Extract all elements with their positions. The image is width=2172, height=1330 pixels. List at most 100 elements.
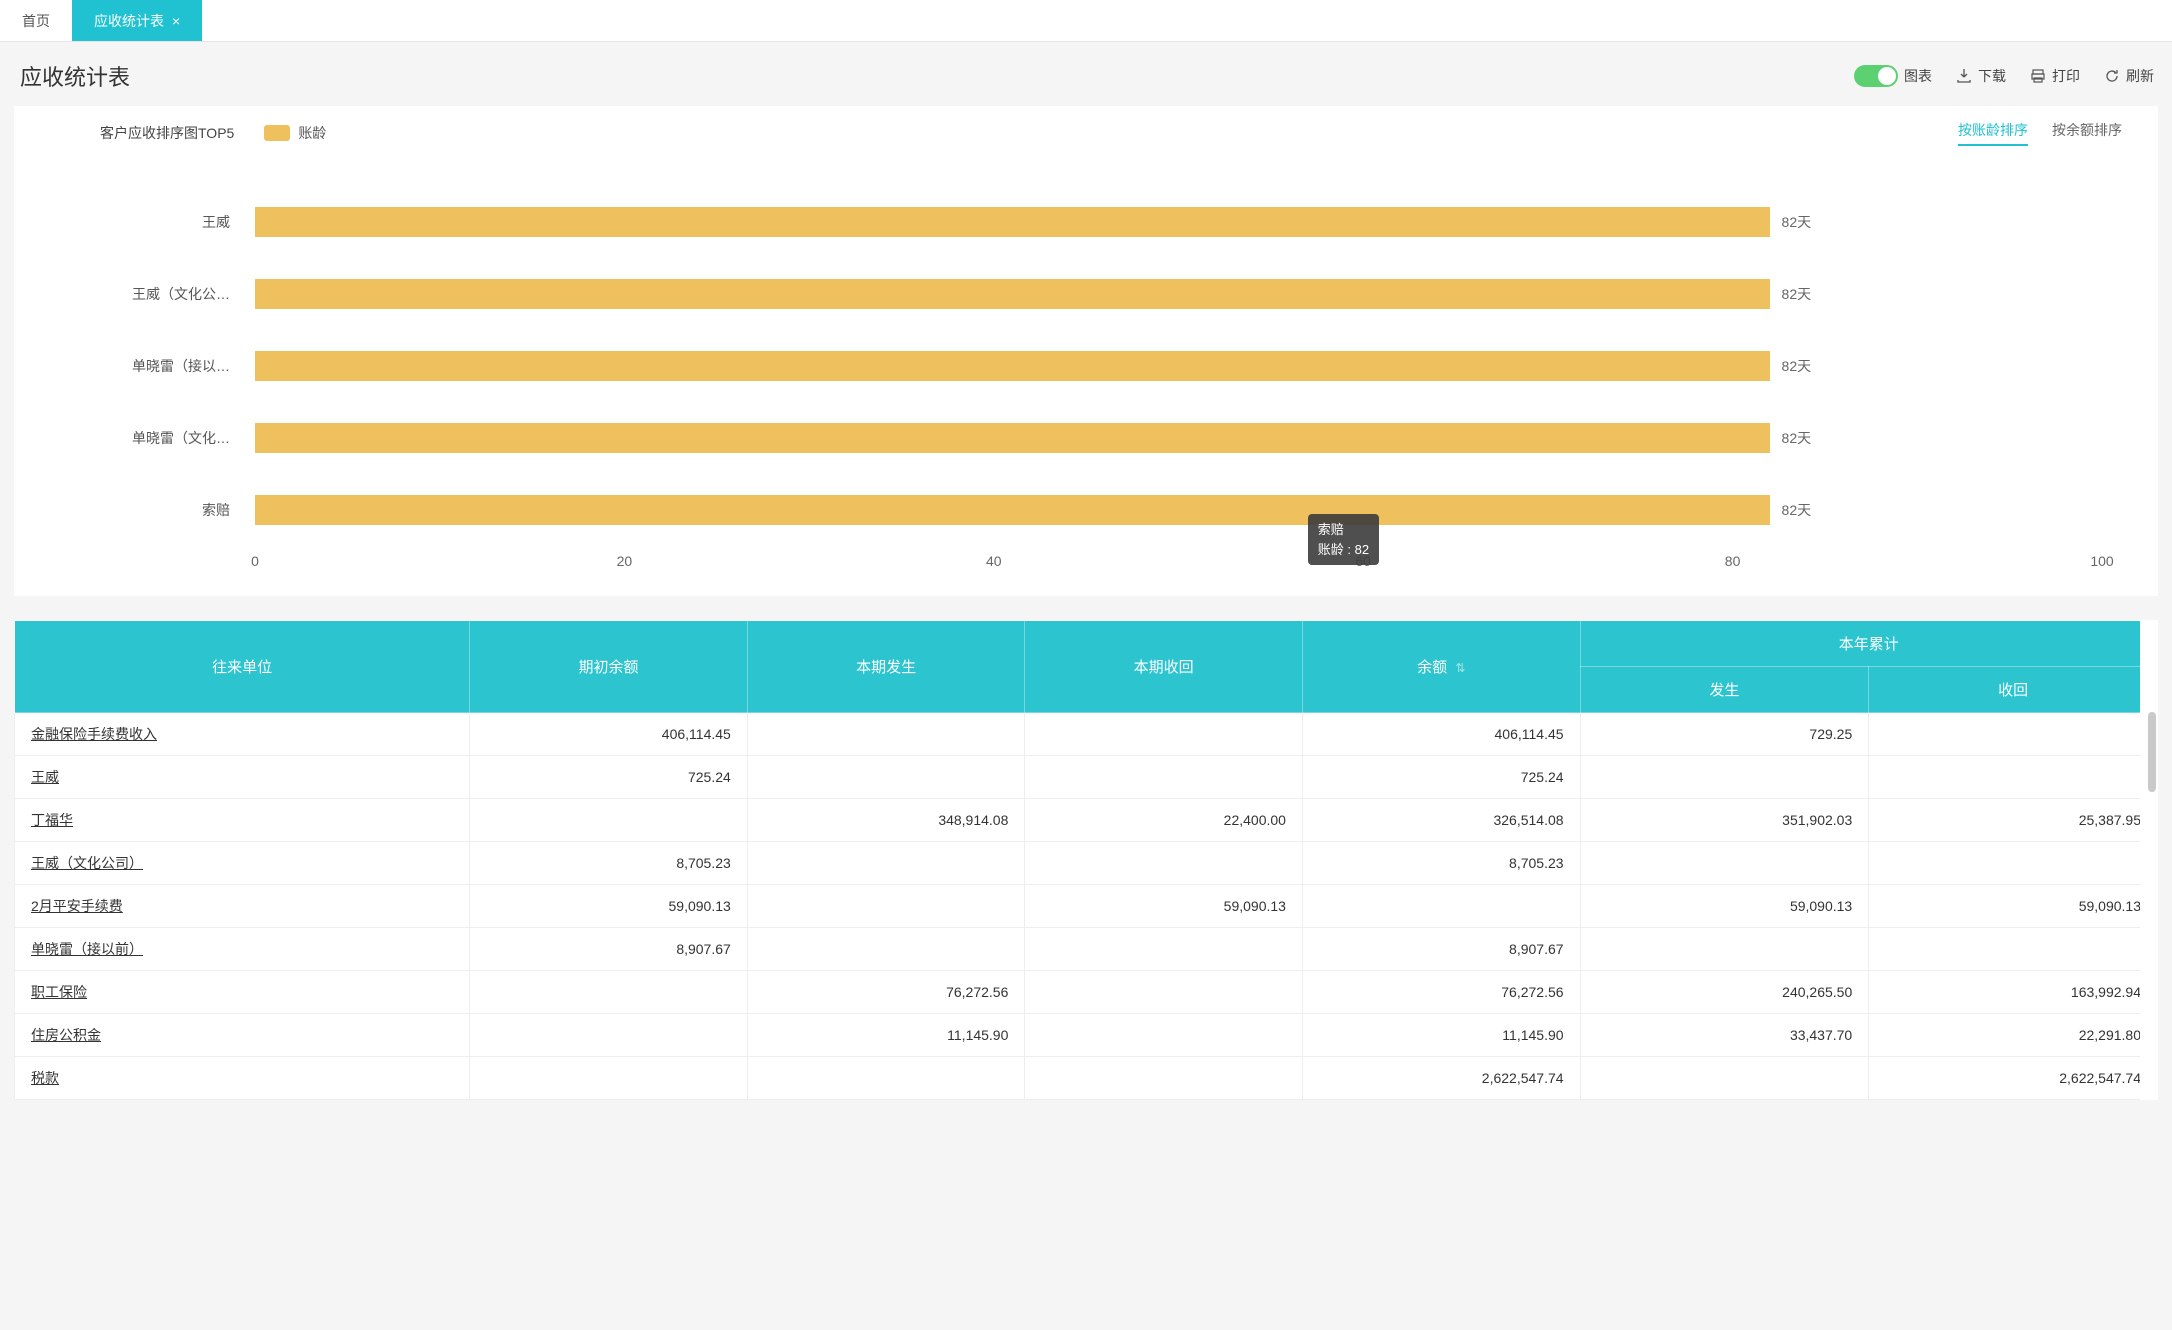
close-icon[interactable]: × bbox=[172, 13, 180, 29]
chart-legend[interactable]: 账龄 bbox=[264, 123, 326, 143]
tab-receivables[interactable]: 应收统计表 × bbox=[72, 0, 202, 41]
unit-link[interactable]: 职工保险 bbox=[31, 984, 87, 1000]
vertical-scrollbar[interactable] bbox=[2140, 620, 2158, 1100]
download-icon bbox=[1956, 68, 1972, 84]
scrollbar-thumb[interactable] bbox=[2148, 712, 2156, 792]
cell-occurred: 348,914.08 bbox=[747, 799, 1025, 842]
cell-balance bbox=[1302, 885, 1580, 928]
th-ytd-occurred[interactable]: 发生 bbox=[1580, 667, 1869, 713]
cell-balance: 406,114.45 bbox=[1302, 713, 1580, 756]
bar-category-label: 单晓雷（文化… bbox=[50, 428, 230, 448]
sort-by-age[interactable]: 按账龄排序 bbox=[1958, 120, 2028, 146]
tab-receivables-label: 应收统计表 bbox=[94, 11, 164, 31]
cell-received: 59,090.13 bbox=[1025, 885, 1303, 928]
cell-balance: 725.24 bbox=[1302, 756, 1580, 799]
cell-balance: 11,145.90 bbox=[1302, 1014, 1580, 1057]
table-row: 住房公积金11,145.9011,145.9033,437.7022,291.8… bbox=[15, 1014, 2158, 1057]
cell-ytd_received bbox=[1869, 713, 2158, 756]
refresh-label: 刷新 bbox=[2126, 66, 2154, 86]
table-row: 金融保险手续费收入406,114.45406,114.45729.25 bbox=[15, 713, 2158, 756]
chart-bar[interactable]: 王威（文化公…82天 bbox=[255, 258, 2102, 330]
bar-value-label: 82天 bbox=[1782, 500, 1812, 520]
chart-panel: 客户应收排序图TOP5 账龄 按账龄排序 按余额排序 王威82天王威（文化公…8… bbox=[14, 106, 2158, 596]
chart-bar[interactable]: 单晓雷（接以…82天 bbox=[255, 330, 2102, 402]
th-ytd-received[interactable]: 收回 bbox=[1869, 667, 2158, 713]
cell-ytd_occurred: 240,265.50 bbox=[1580, 971, 1869, 1014]
cell-received bbox=[1025, 842, 1303, 885]
chart-toggle[interactable] bbox=[1854, 65, 1898, 87]
cell-occurred bbox=[747, 1057, 1025, 1100]
chart-bar[interactable]: 王威82天 bbox=[255, 186, 2102, 258]
cell-occurred: 11,145.90 bbox=[747, 1014, 1025, 1057]
download-button[interactable]: 下载 bbox=[1956, 66, 2006, 86]
cell-ytd_occurred: 33,437.70 bbox=[1580, 1014, 1869, 1057]
table-body: 金融保险手续费收入406,114.45406,114.45729.25王威725… bbox=[15, 713, 2158, 1100]
table-row: 职工保险76,272.5676,272.56240,265.50163,992.… bbox=[15, 971, 2158, 1014]
chart-toggle-group: 图表 bbox=[1854, 65, 1932, 87]
unit-link[interactable]: 住房公积金 bbox=[31, 1027, 101, 1043]
cell-unit: 王威（文化公司） bbox=[15, 842, 470, 885]
sort-by-balance[interactable]: 按余额排序 bbox=[2052, 120, 2122, 146]
cell-opening bbox=[470, 1057, 748, 1100]
unit-link[interactable]: 王威（文化公司） bbox=[31, 855, 143, 871]
unit-link[interactable]: 2月平安手续费 bbox=[31, 898, 123, 914]
chart-bar[interactable]: 单晓雷（文化…82天 bbox=[255, 402, 2102, 474]
cell-opening bbox=[470, 1014, 748, 1057]
tooltip-text: 账龄 : 82 bbox=[1318, 540, 1369, 560]
cell-opening: 406,114.45 bbox=[470, 713, 748, 756]
th-unit[interactable]: 往来单位 bbox=[15, 621, 470, 713]
cell-ytd_occurred bbox=[1580, 756, 1869, 799]
unit-link[interactable]: 丁福华 bbox=[31, 812, 73, 828]
cell-ytd_occurred bbox=[1580, 1057, 1869, 1100]
th-received[interactable]: 本期收回 bbox=[1025, 621, 1303, 713]
cell-opening bbox=[470, 971, 748, 1014]
print-label: 打印 bbox=[2052, 66, 2080, 86]
cell-ytd_occurred: 59,090.13 bbox=[1580, 885, 1869, 928]
print-button[interactable]: 打印 bbox=[2030, 66, 2080, 86]
chart-bar[interactable]: 索赔82天 bbox=[255, 474, 2102, 546]
th-occurred[interactable]: 本期发生 bbox=[747, 621, 1025, 713]
cell-unit: 王威 bbox=[15, 756, 470, 799]
refresh-button[interactable]: 刷新 bbox=[2104, 66, 2154, 86]
cell-ytd_received: 25,387.95 bbox=[1869, 799, 2158, 842]
bar-category-label: 王威（文化公… bbox=[50, 284, 230, 304]
bar-chart: 王威82天王威（文化公…82天单晓雷（接以…82天单晓雷（文化…82天索赔82天… bbox=[50, 186, 2122, 576]
cell-ytd_occurred: 729.25 bbox=[1580, 713, 1869, 756]
bar-category-label: 单晓雷（接以… bbox=[50, 356, 230, 376]
header-actions: 图表 下载 打印 刷新 bbox=[1854, 65, 2154, 87]
th-ytd: 本年累计 bbox=[1580, 621, 2157, 667]
th-opening[interactable]: 期初余额 bbox=[470, 621, 748, 713]
x-axis-tick: 0 bbox=[251, 553, 259, 569]
cell-unit: 税款 bbox=[15, 1057, 470, 1100]
cell-opening: 59,090.13 bbox=[470, 885, 748, 928]
cell-occurred: 76,272.56 bbox=[747, 971, 1025, 1014]
cell-unit: 金融保险手续费收入 bbox=[15, 713, 470, 756]
th-balance[interactable]: 余额 ⇅ bbox=[1302, 621, 1580, 713]
cell-occurred bbox=[747, 885, 1025, 928]
cell-ytd_received: 22,291.80 bbox=[1869, 1014, 2158, 1057]
cell-balance: 8,705.23 bbox=[1302, 842, 1580, 885]
cell-unit: 单晓雷（接以前） bbox=[15, 928, 470, 971]
unit-link[interactable]: 王威 bbox=[31, 769, 59, 785]
cell-ytd_received: 2,622,547.74 bbox=[1869, 1057, 2158, 1100]
x-axis-tick: 100 bbox=[2090, 553, 2113, 569]
unit-link[interactable]: 税款 bbox=[31, 1070, 59, 1086]
table-row: 税款 2,622,547.74 2,622,547.74 bbox=[15, 1057, 2158, 1100]
cell-ytd_received: 59,090.13 bbox=[1869, 885, 2158, 928]
bar-value-label: 82天 bbox=[1782, 428, 1812, 448]
cell-opening bbox=[470, 799, 748, 842]
cell-unit: 2月平安手续费 bbox=[15, 885, 470, 928]
cell-received bbox=[1025, 1057, 1303, 1100]
chart-header: 客户应收排序图TOP5 账龄 按账龄排序 按余额排序 bbox=[50, 120, 2122, 146]
bar-value-label: 82天 bbox=[1782, 212, 1812, 232]
unit-link[interactable]: 单晓雷（接以前） bbox=[31, 941, 143, 957]
table-row: 2月平安手续费59,090.1359,090.1359,090.1359,090… bbox=[15, 885, 2158, 928]
unit-link[interactable]: 金融保险手续费收入 bbox=[31, 726, 157, 742]
bar-value-label: 82天 bbox=[1782, 284, 1812, 304]
cell-balance: 76,272.56 bbox=[1302, 971, 1580, 1014]
cell-balance: 2,622,547.74 bbox=[1302, 1057, 1580, 1100]
cell-balance: 326,514.08 bbox=[1302, 799, 1580, 842]
tab-home-label: 首页 bbox=[22, 11, 50, 31]
tab-home[interactable]: 首页 bbox=[0, 0, 72, 41]
cell-ytd_received bbox=[1869, 756, 2158, 799]
